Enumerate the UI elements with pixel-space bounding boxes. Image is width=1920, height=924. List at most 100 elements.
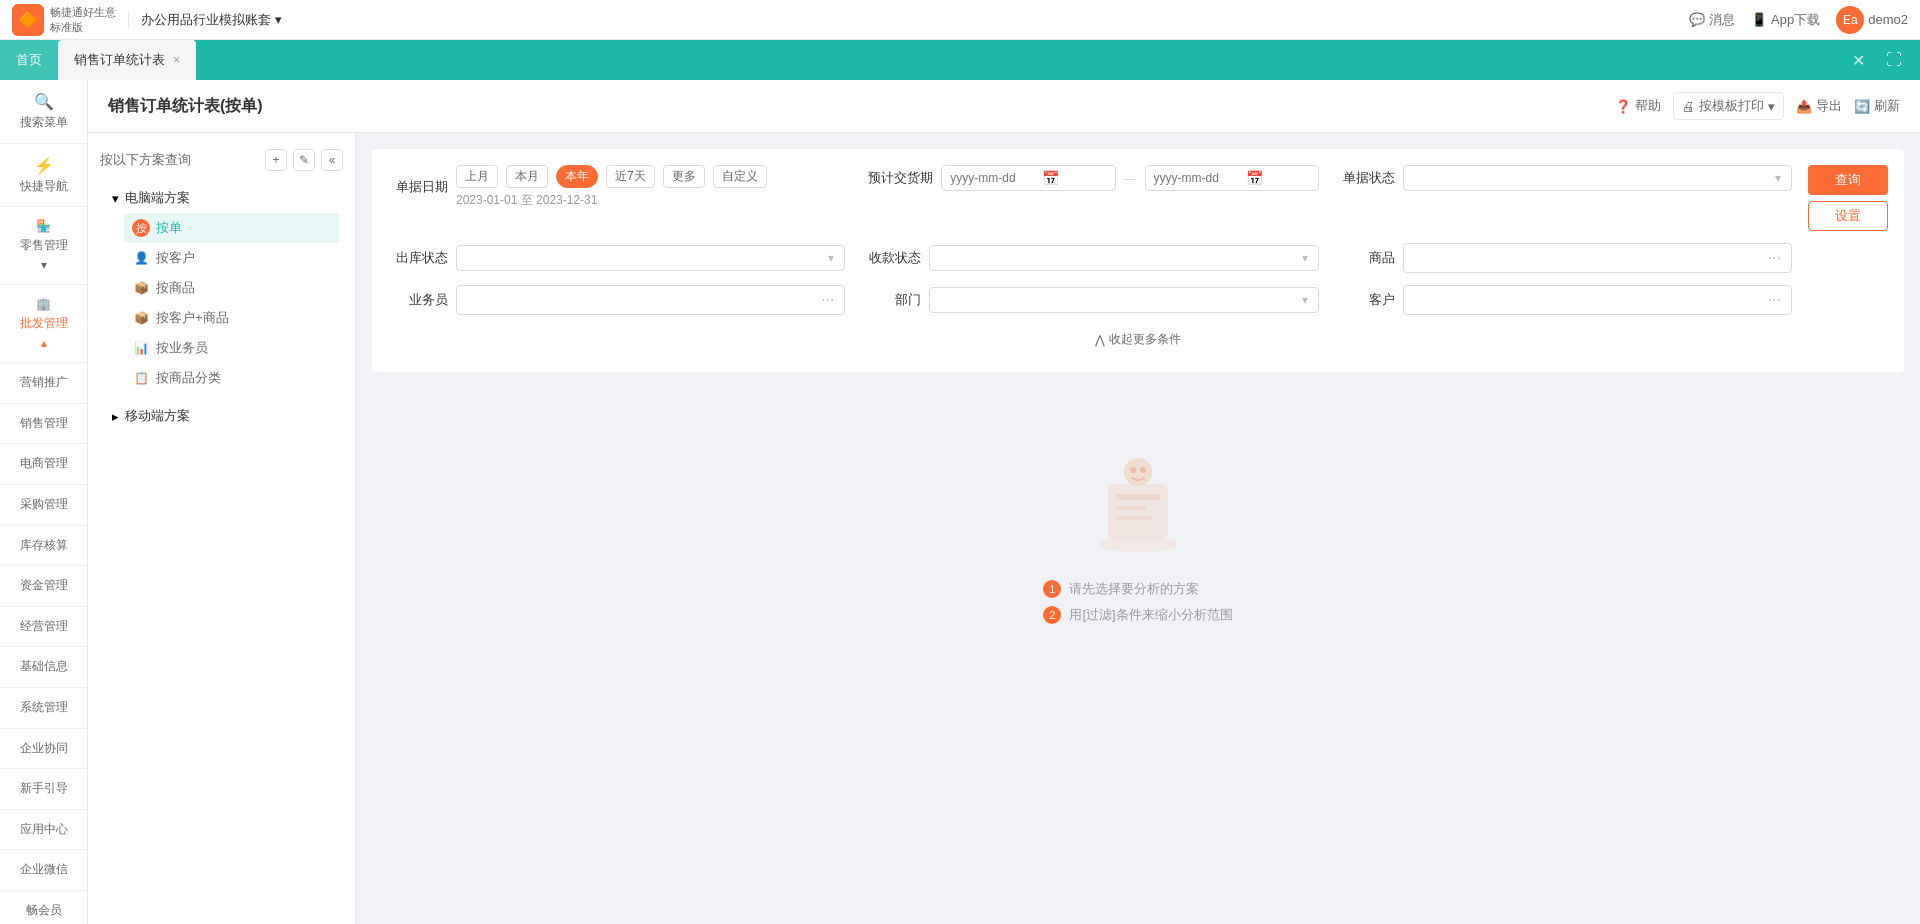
tree-children: 按 按单 👤 按客户 📦 按商品	[104, 213, 339, 393]
by-salesperson-icon: 📊	[132, 339, 150, 357]
sidebar-item-finance[interactable]: 资金管理	[0, 566, 87, 607]
sidebar-item-corpwechat[interactable]: 企业微信	[0, 850, 87, 891]
sidebar-item-corp[interactable]: 企业协同	[0, 729, 87, 770]
by-order-icon: 按	[132, 219, 150, 237]
date-btn-custom[interactable]: 自定义	[713, 165, 767, 188]
export-button[interactable]: 📤 导出	[1796, 97, 1842, 115]
date-btn-more[interactable]: 更多	[663, 165, 705, 188]
main-layout: 🔍 搜索菜单 ⚡ 快捷导航 🏪 零售管理 ▾ 🏢 批发管理 ▴ 营销推广 销售管…	[0, 80, 1920, 924]
sidebar-item-wholesale[interactable]: 🏢 批发管理 ▴	[0, 285, 87, 363]
svg-point-5	[1124, 458, 1152, 486]
tab-home[interactable]: 首页	[0, 40, 58, 80]
print-arrow-icon: ▾	[1768, 99, 1775, 114]
top-bar-right: 💬 消息 📱 App下载 Ea demo2	[1689, 6, 1908, 34]
tree-item-by-customer-product[interactable]: 📦 按客户+商品	[124, 303, 339, 333]
print-button[interactable]: 🖨 按模板打印 ▾	[1673, 92, 1784, 120]
empty-tips: 1 请先选择要分析的方案 2 用[过滤]条件来缩小分析范围	[1043, 580, 1232, 624]
empty-tip-1: 1 请先选择要分析的方案	[1043, 580, 1232, 598]
calendar-start-icon[interactable]: 📅	[1042, 170, 1059, 186]
department-arrow-icon: ▾	[1302, 293, 1308, 307]
sidebar-item-inventory[interactable]: 库存核算	[0, 526, 87, 567]
date-buttons-row: 上月 本月 本年 近7天 更多 自定义	[456, 165, 767, 188]
date-btn-7days[interactable]: 近7天	[606, 165, 655, 188]
date-btn-this-year[interactable]: 本年	[556, 165, 598, 188]
sidebar-item-quicknav[interactable]: ⚡ 快捷导航	[0, 144, 87, 208]
query-button[interactable]: 查询	[1808, 165, 1888, 195]
logo-area: 🔶 畅捷通好生意 标准版	[12, 4, 116, 36]
product-input[interactable]: ···	[1403, 243, 1792, 273]
tab-close-button[interactable]: ×	[173, 53, 180, 67]
sidebar-item-retail[interactable]: 🏪 零售管理 ▾	[0, 207, 87, 285]
sidebar-item-basic[interactable]: 基础信息	[0, 647, 87, 688]
salesperson-input[interactable]: ···	[456, 285, 845, 315]
department-select[interactable]: ▾	[929, 287, 1318, 313]
collapse-filters-button[interactable]: ⋀ 收起更多条件	[388, 323, 1888, 356]
customer-input[interactable]: ···	[1403, 285, 1792, 315]
tree-item-by-customer[interactable]: 👤 按客户	[124, 243, 339, 273]
sidebar: 🔍 搜索菜单 ⚡ 快捷导航 🏪 零售管理 ▾ 🏢 批发管理 ▴ 营销推广 销售管…	[0, 80, 88, 924]
ship-status-select[interactable]: ▾	[456, 245, 845, 271]
maximize-window-button[interactable]: ⛶	[1880, 46, 1908, 74]
tree-mobile-expand-icon: ▸	[112, 409, 119, 424]
scheme-panel-header: 按以下方案查询 + ✎ «	[88, 145, 355, 179]
by-customer-product-icon: 📦	[132, 309, 150, 327]
sidebar-item-appcenter[interactable]: 应用中心	[0, 810, 87, 851]
tree-item-by-salesperson[interactable]: 📊 按业务员	[124, 333, 339, 363]
sidebar-item-operation[interactable]: 经营管理	[0, 607, 87, 648]
date-btn-last-month[interactable]: 上月	[456, 165, 498, 188]
tree-pc-header[interactable]: ▾ 电脑端方案	[104, 183, 339, 213]
refresh-button[interactable]: 🔄 刷新	[1854, 97, 1900, 115]
calendar-end-icon[interactable]: 📅	[1246, 170, 1263, 186]
app-selector[interactable]: 办公用品行业模拟账套 ▾	[128, 11, 282, 29]
tab-sales-order-stats[interactable]: 销售订单统计表 ×	[58, 40, 196, 80]
sidebar-item-newbie[interactable]: 新手引导	[0, 769, 87, 810]
sidebar-item-marketing[interactable]: 营销推广	[0, 363, 87, 404]
expected-date-end[interactable]: 📅	[1145, 165, 1319, 191]
tree-mobile-header[interactable]: ▸ 移动端方案	[104, 401, 339, 431]
sidebar-item-purchase[interactable]: 采购管理	[0, 485, 87, 526]
help-icon: ❓	[1615, 99, 1631, 114]
inner-layout: 按以下方案查询 + ✎ « ▾ 电脑端方案	[88, 133, 1920, 924]
sidebar-item-system[interactable]: 系统管理	[0, 688, 87, 729]
collapse-panel-button[interactable]: «	[321, 149, 343, 171]
empty-illustration	[1078, 444, 1198, 564]
status-select[interactable]: ▾	[1403, 165, 1792, 191]
add-scheme-button[interactable]: +	[265, 149, 287, 171]
retail-icon: 🏪	[36, 219, 51, 233]
svg-rect-2	[1116, 494, 1160, 500]
product-label: 商品	[1335, 249, 1395, 267]
sidebar-item-search[interactable]: 🔍 搜索菜单	[0, 80, 87, 144]
expected-date-start-input[interactable]	[950, 171, 1038, 185]
settings-button[interactable]: 设置	[1808, 201, 1888, 231]
customer-more-icon[interactable]: ···	[1768, 291, 1781, 309]
user-menu[interactable]: Ea demo2	[1836, 6, 1908, 34]
message-button[interactable]: 💬 消息	[1689, 11, 1735, 29]
right-panel: 单据日期 上月 本月 本年 近7天 更多 自定义 20	[356, 133, 1920, 924]
download-icon: 📱	[1751, 12, 1767, 27]
sidebar-item-member[interactable]: 畅会员	[0, 891, 87, 924]
edit-scheme-button[interactable]: ✎	[293, 149, 315, 171]
svg-rect-3	[1116, 506, 1146, 510]
page-header: 销售订单统计表(按单) ❓ 帮助 🖨 按模板打印 ▾ 📤 导出 🔄 刷新	[88, 80, 1920, 133]
salesperson-more-icon[interactable]: ···	[821, 291, 834, 309]
app-download-button[interactable]: 📱 App下载	[1751, 11, 1820, 29]
avatar: Ea	[1836, 6, 1864, 34]
tree-item-by-product-category[interactable]: 📋 按商品分类	[124, 363, 339, 393]
svg-point-7	[1140, 467, 1146, 473]
expected-date-start[interactable]: 📅	[941, 165, 1115, 191]
date-range-display: 2023-01-01 至 2023-12-31	[456, 192, 767, 209]
product-more-icon[interactable]: ···	[1768, 249, 1781, 267]
close-window-button[interactable]: ✕	[1844, 46, 1872, 74]
tree-pc-parent: ▾ 电脑端方案 按 按单 👤 按客户	[96, 179, 347, 397]
filter-card: 单据日期 上月 本月 本年 近7天 更多 自定义 20	[372, 149, 1904, 372]
payment-status-select[interactable]: ▾	[929, 245, 1318, 271]
tree-item-by-product[interactable]: 📦 按商品	[124, 273, 339, 303]
query-actions: 查询 设置	[1808, 165, 1888, 231]
date-btn-this-month[interactable]: 本月	[506, 165, 548, 188]
sidebar-item-sales[interactable]: 销售管理	[0, 404, 87, 445]
help-button[interactable]: ❓ 帮助	[1615, 97, 1661, 115]
by-product-icon: 📦	[132, 279, 150, 297]
sidebar-item-ecommerce[interactable]: 电商管理	[0, 444, 87, 485]
tree-item-by-order[interactable]: 按 按单	[124, 213, 339, 243]
expected-date-end-input[interactable]	[1154, 171, 1242, 185]
